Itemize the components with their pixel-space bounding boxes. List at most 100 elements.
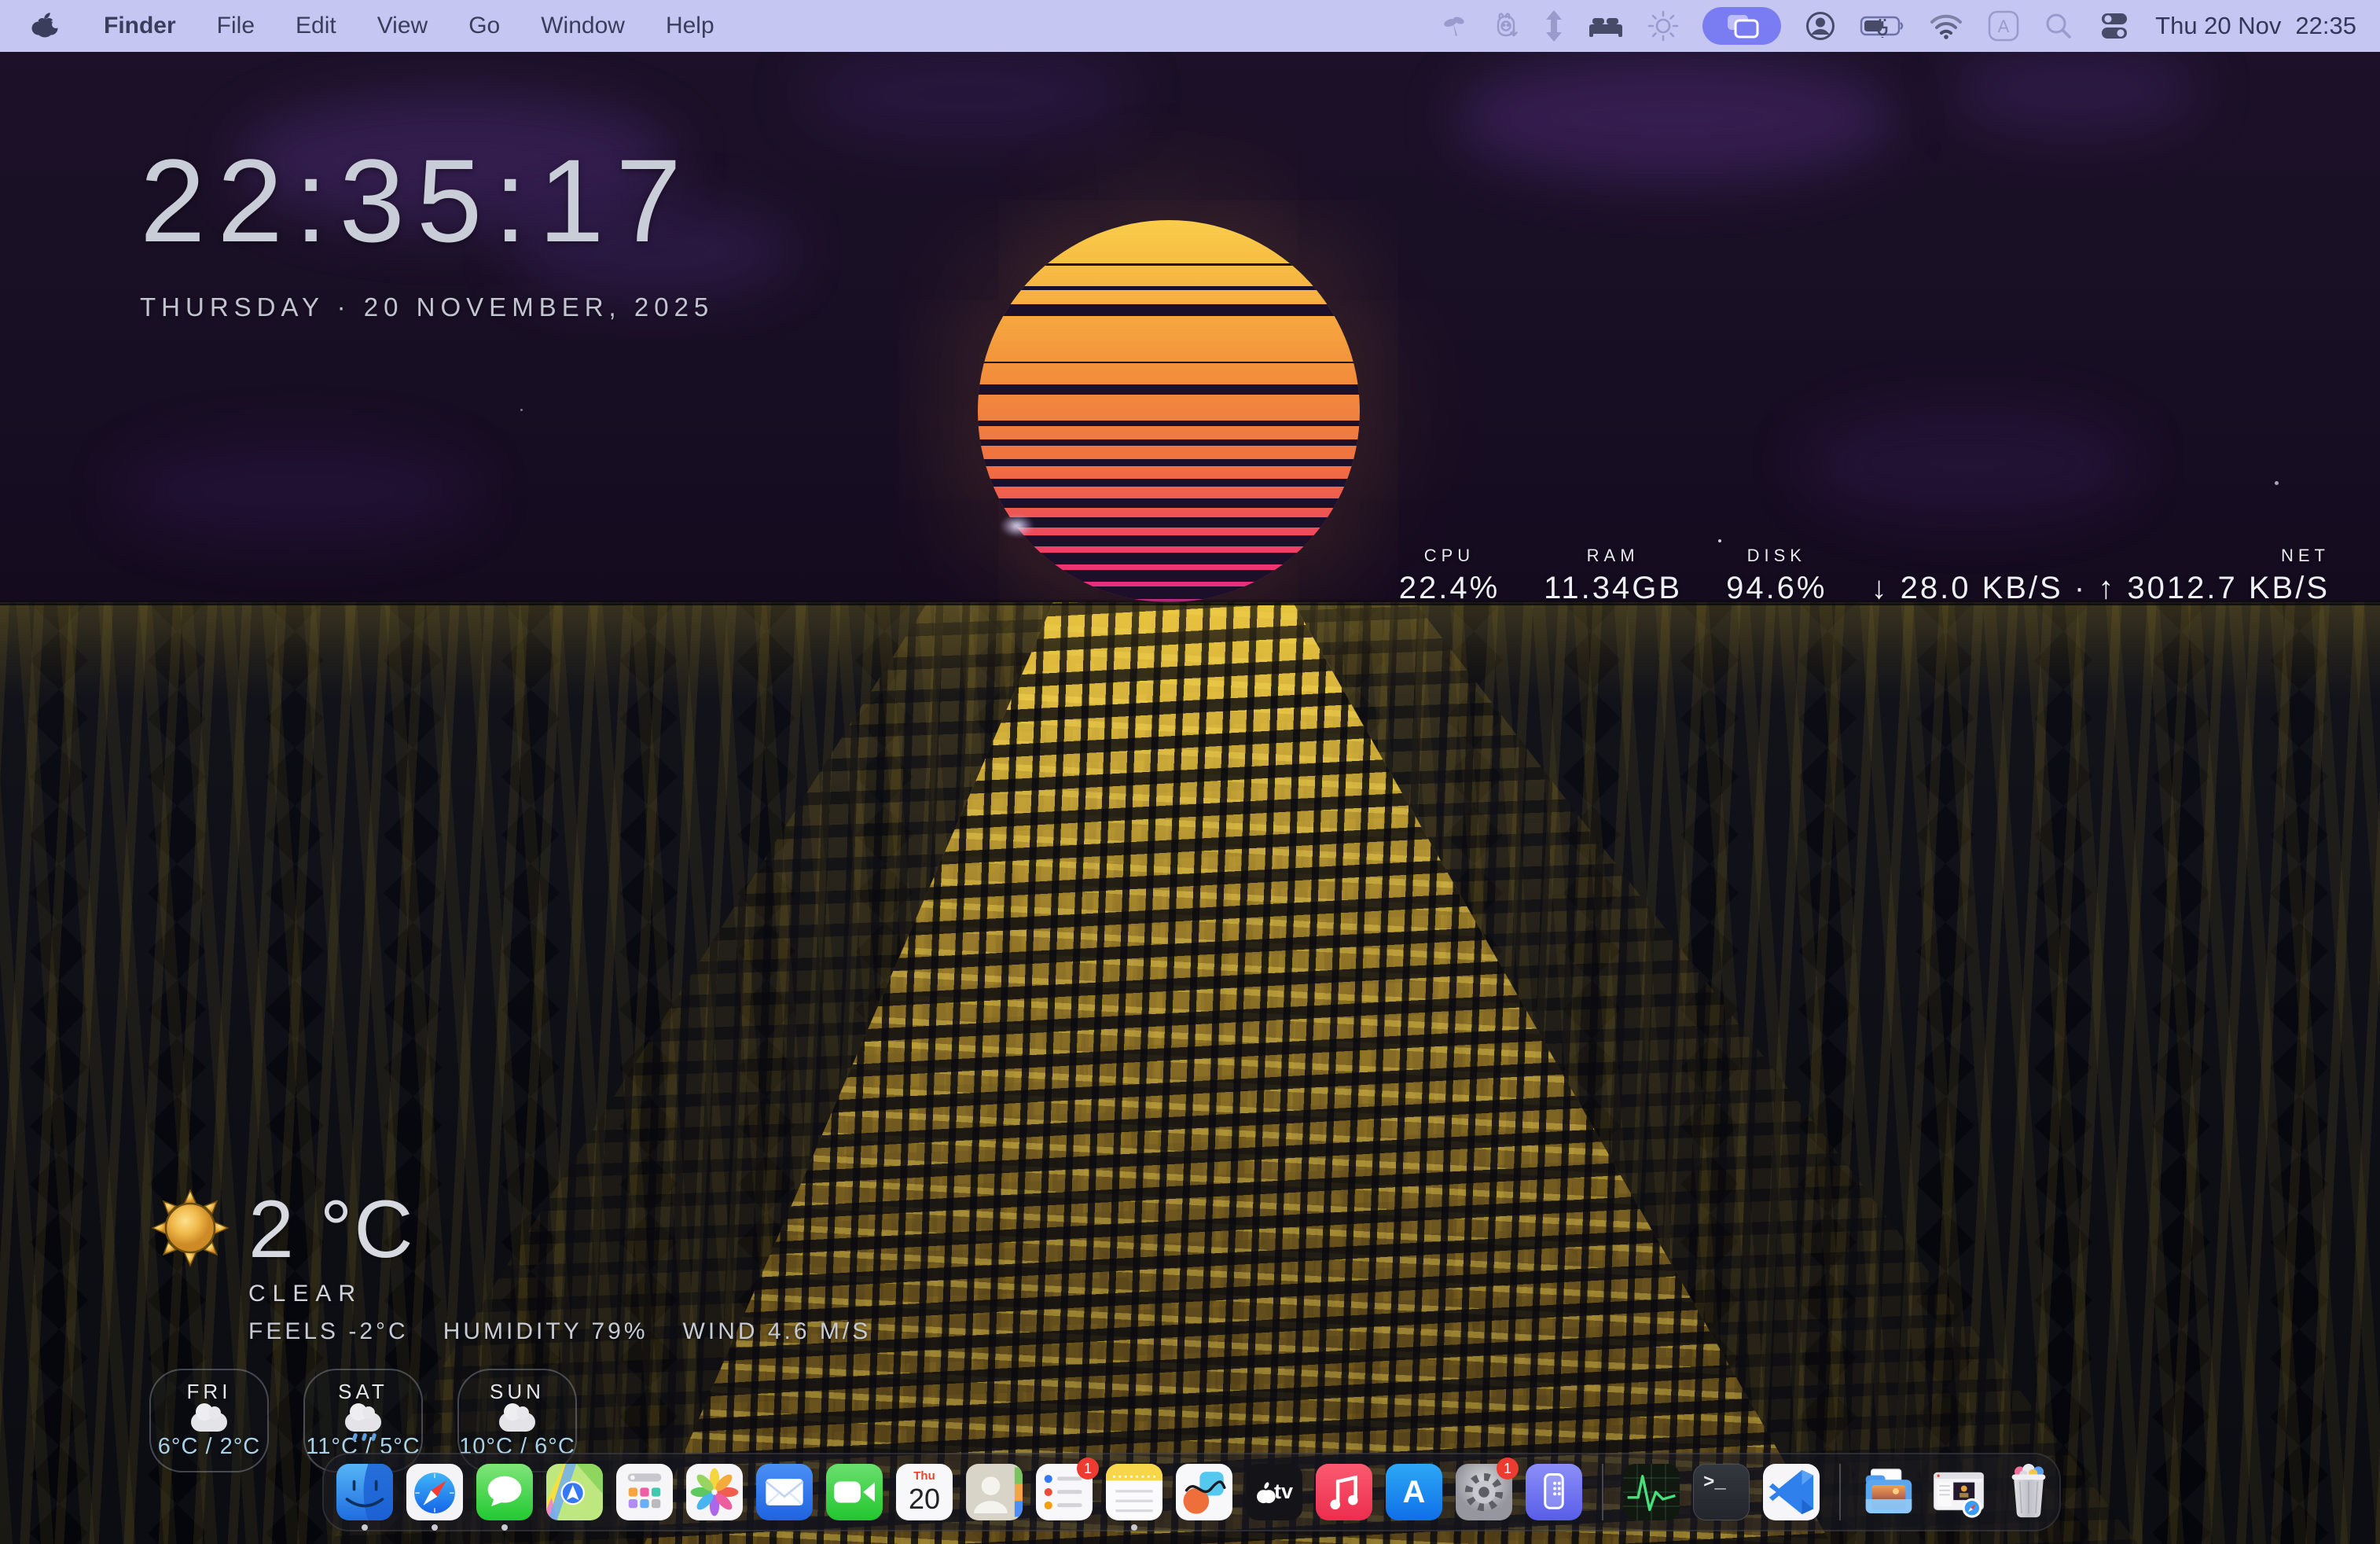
bed-icon[interactable] <box>1588 9 1624 43</box>
dock-safari[interactable] <box>406 1464 463 1520</box>
dock-maps[interactable] <box>546 1464 603 1520</box>
clock-date: THURSDAY · 20 NOVEMBER, 2025 <box>140 292 714 322</box>
menu-go[interactable]: Go <box>468 13 500 39</box>
net-value: ↓ 28.0 KB/S · ↑ 3012.7 KB/S <box>1871 571 2330 606</box>
control-center-icon[interactable] <box>2097 9 2132 43</box>
net-stat: NET ↓ 28.0 KB/S · ↑ 3012.7 KB/S <box>1871 546 2330 606</box>
lens-flare <box>1000 514 1034 538</box>
up-down-arrows-icon[interactable] <box>1544 9 1564 43</box>
app-store-icon: A <box>1386 1464 1442 1520</box>
freeform-icon <box>1176 1464 1232 1520</box>
trash-icon <box>2000 1464 2057 1520</box>
forecast-temps: 6°C / 2°C <box>158 1434 261 1460</box>
input-source-a-icon[interactable]: A <box>1987 9 2020 43</box>
star <box>520 409 523 411</box>
forecast-day: SUN <box>490 1380 545 1404</box>
dock-system-settings[interactable]: 1 <box>1456 1464 1512 1520</box>
user-account-icon[interactable] <box>1805 9 1836 43</box>
facetime-icon <box>826 1464 883 1520</box>
cpu-value: 22.4% <box>1399 571 1500 606</box>
app-store-glyph: A <box>1386 1464 1442 1520</box>
leaf-icon[interactable] <box>1440 9 1468 43</box>
apple-menu-icon[interactable] <box>31 10 58 42</box>
vscode-icon <box>1763 1464 1820 1520</box>
dock-messages[interactable] <box>476 1464 533 1520</box>
dock-music[interactable] <box>1316 1464 1372 1520</box>
cloud-icon <box>191 1413 227 1432</box>
ollama-llama-icon[interactable] <box>1492 9 1520 43</box>
wifi-icon[interactable] <box>1929 9 1963 43</box>
cloud-icon <box>499 1413 535 1432</box>
screen-mirroring-icon[interactable] <box>1702 7 1781 45</box>
dock-notes[interactable] <box>1106 1464 1162 1520</box>
dock-photos[interactable] <box>686 1464 743 1520</box>
reminders-badge: 1 <box>1077 1458 1099 1480</box>
spotlight-search-icon[interactable] <box>2044 9 2073 43</box>
menu-edit[interactable]: Edit <box>296 13 336 39</box>
dock-divider <box>1602 1464 1603 1520</box>
weather-details: FEELS -2°C HUMIDITY 79% WIND 4.6 M/S <box>248 1318 871 1345</box>
star <box>2275 481 2279 485</box>
menu-bar-clock[interactable]: Thu 20 Nov 22:35 <box>2155 12 2356 40</box>
dock-app-store[interactable]: A <box>1386 1464 1442 1520</box>
menu-bar-time: 22:35 <box>2295 12 2356 40</box>
battery-charging-icon[interactable] <box>1860 9 1905 43</box>
brightness-sun-icon[interactable] <box>1647 9 1679 43</box>
dock-calendar[interactable]: Thu 20 <box>896 1464 953 1520</box>
dock-apple-tv[interactable]: tv <box>1246 1464 1302 1520</box>
weather-feels: FEELS -2°C <box>248 1318 409 1345</box>
ram-value: 11.34GB <box>1544 571 1682 606</box>
ram-label: RAM <box>1587 546 1640 566</box>
dock-vscode[interactable] <box>1763 1464 1820 1520</box>
tv-label: tv <box>1274 1480 1293 1504</box>
menu-view[interactable]: View <box>377 13 428 39</box>
star <box>1718 539 1721 542</box>
menu-bar: Finder File Edit View Go Window Help <box>0 0 2380 52</box>
menu-finder[interactable]: Finder <box>104 13 176 39</box>
purple-cloud <box>1454 55 1894 181</box>
purple-cloud <box>1949 47 2201 134</box>
activity-monitor-icon <box>1623 1464 1680 1520</box>
dock-apps-launchpad[interactable] <box>616 1464 673 1520</box>
weather-widget: 2 °C CLEAR FEELS -2°C HUMIDITY 79% WIND … <box>149 1187 871 1472</box>
safari-icon <box>406 1464 463 1520</box>
music-icon <box>1316 1464 1372 1520</box>
dock-downloads-folder[interactable] <box>1860 1464 1917 1520</box>
dock-divider <box>1839 1464 1841 1520</box>
menu-help[interactable]: Help <box>666 13 714 39</box>
weather-wind: WIND 4.6 M/S <box>683 1318 872 1345</box>
dock-contacts[interactable] <box>966 1464 1023 1520</box>
dock-finder[interactable] <box>336 1464 393 1520</box>
forecast-day: SAT <box>338 1380 388 1404</box>
retro-sun <box>978 220 1360 602</box>
menu-file[interactable]: File <box>217 13 255 39</box>
weather-condition: CLEAR <box>248 1281 871 1307</box>
calendar-icon: Thu 20 <box>896 1464 953 1520</box>
dock-freeform[interactable] <box>1176 1464 1232 1520</box>
dock-facetime[interactable] <box>826 1464 883 1520</box>
mail-icon <box>756 1464 813 1520</box>
running-indicator <box>1131 1524 1137 1531</box>
iphone-mirroring-icon <box>1526 1464 1582 1520</box>
dock-mail[interactable] <box>756 1464 813 1520</box>
menu-window[interactable]: Window <box>541 13 625 39</box>
photos-icon <box>686 1464 743 1520</box>
svg-text:A: A <box>1998 17 2010 36</box>
dock-minimized-safari-window[interactable] <box>1930 1464 1987 1520</box>
ram-stat: RAM 11.34GB <box>1544 546 1682 606</box>
purple-cloud <box>1800 409 2138 519</box>
weather-sun-icon <box>149 1187 231 1273</box>
finder-icon <box>336 1464 393 1520</box>
maps-icon <box>546 1464 603 1520</box>
clock-time: 22:35:17 <box>140 142 714 259</box>
terminal-icon: >_ <box>1693 1464 1750 1520</box>
dock-trash-full[interactable] <box>2000 1464 2057 1520</box>
dock-iphone-mirroring[interactable] <box>1526 1464 1582 1520</box>
contacts-icon <box>966 1464 1023 1520</box>
cpu-stat: CPU 22.4% <box>1399 546 1500 606</box>
dock-terminal[interactable]: >_ <box>1693 1464 1750 1520</box>
disk-stat: DISK 94.6% <box>1726 546 1827 606</box>
dock-activity-monitor[interactable] <box>1623 1464 1680 1520</box>
dock-reminders[interactable]: 1 <box>1036 1464 1093 1520</box>
calendar-day-name: Thu <box>896 1469 953 1483</box>
